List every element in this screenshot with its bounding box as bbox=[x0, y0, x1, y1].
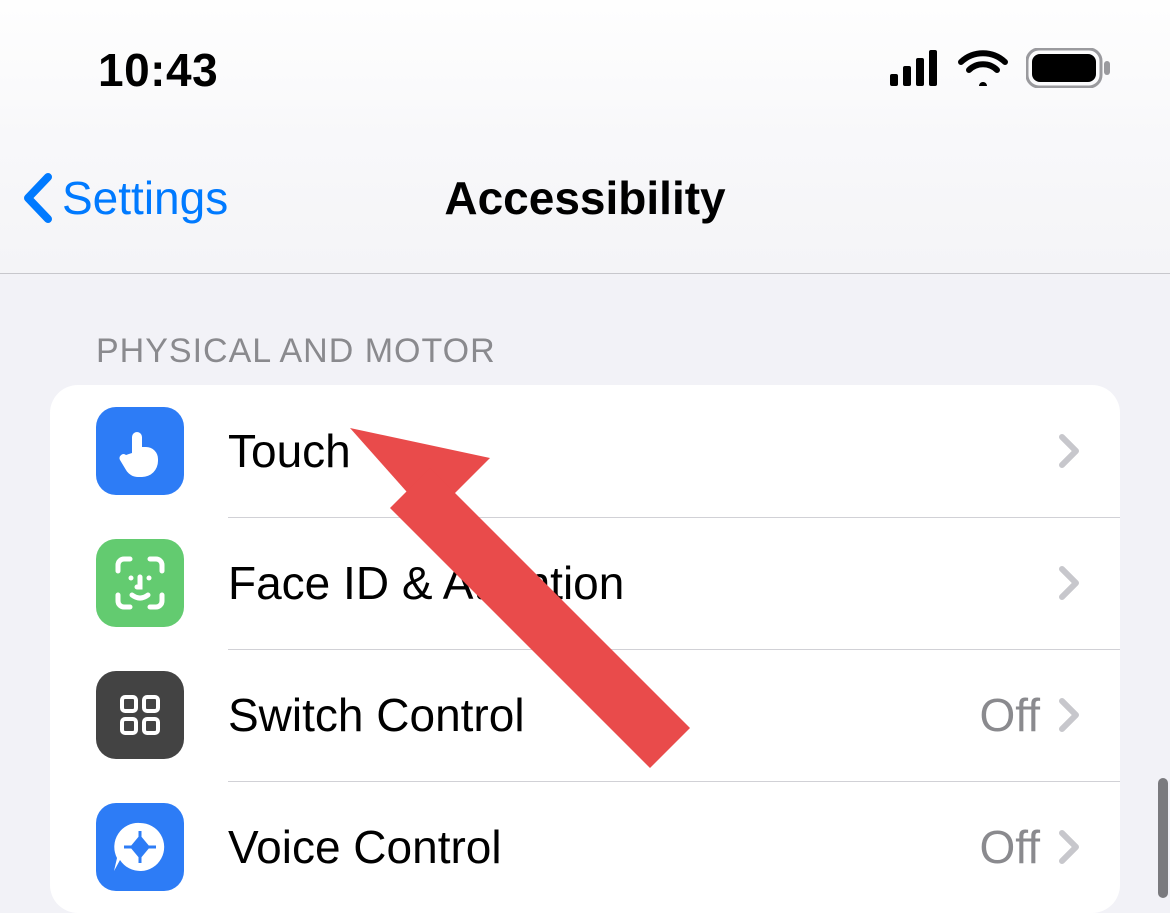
voice-control-icon bbox=[96, 803, 184, 891]
scroll-indicator bbox=[1158, 778, 1168, 898]
status-indicators bbox=[890, 48, 1112, 93]
chevron-right-icon bbox=[1058, 433, 1080, 469]
cellular-icon bbox=[890, 50, 940, 91]
nav-bar: Settings Accessibility bbox=[0, 140, 1170, 274]
touch-icon bbox=[96, 407, 184, 495]
row-value: Off bbox=[979, 688, 1040, 742]
chevron-right-icon bbox=[1058, 565, 1080, 601]
back-label: Settings bbox=[62, 171, 228, 225]
row-switch-control[interactable]: Switch Control Off bbox=[50, 649, 1120, 781]
row-label: Switch Control bbox=[228, 688, 979, 742]
row-label: Face ID & Attention bbox=[228, 556, 1058, 610]
row-value: Off bbox=[979, 820, 1040, 874]
row-label: Touch bbox=[228, 424, 1058, 478]
status-time: 10:43 bbox=[98, 43, 218, 97]
chevron-right-icon bbox=[1058, 697, 1080, 733]
row-faceid[interactable]: Face ID & Attention bbox=[50, 517, 1120, 649]
row-voice-control[interactable]: Voice Control Off bbox=[50, 781, 1120, 913]
row-label: Voice Control bbox=[228, 820, 979, 874]
settings-list: Touch bbox=[50, 385, 1120, 913]
settings-content: PHYSICAL AND MOTOR Touch bbox=[0, 274, 1170, 913]
switch-control-icon bbox=[96, 671, 184, 759]
section-header: PHYSICAL AND MOTOR bbox=[0, 274, 1170, 385]
page-title: Accessibility bbox=[444, 171, 725, 225]
back-button[interactable]: Settings bbox=[20, 171, 228, 225]
chevron-right-icon bbox=[1058, 829, 1080, 865]
wifi-icon bbox=[958, 50, 1008, 91]
chevron-left-icon bbox=[20, 173, 56, 223]
row-touch[interactable]: Touch bbox=[50, 385, 1120, 517]
status-bar: 10:43 bbox=[0, 0, 1170, 140]
faceid-icon bbox=[96, 539, 184, 627]
battery-icon bbox=[1026, 48, 1112, 93]
